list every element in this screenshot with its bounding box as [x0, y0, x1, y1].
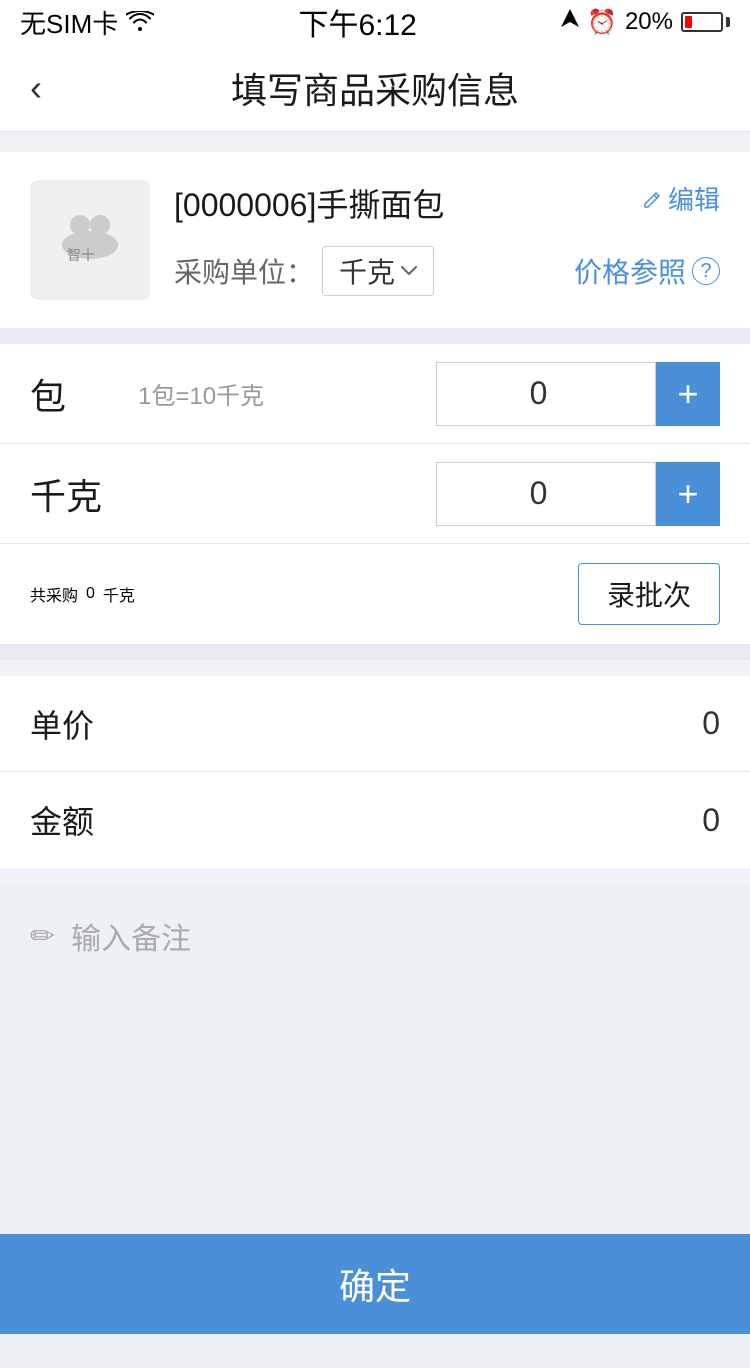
product-unit-row: 采购单位： 千克 价格参照 ?: [174, 246, 720, 296]
status-right: ⏰ 20%: [561, 8, 730, 37]
kg-label: 千克: [30, 468, 130, 520]
edit-label: 编辑: [668, 180, 720, 217]
kg-input-control: +: [436, 462, 720, 526]
batch-button[interactable]: 录批次: [578, 563, 720, 625]
unit-price-label: 单价: [30, 701, 94, 747]
bao-input-control: +: [436, 362, 720, 426]
kg-quantity-input[interactable]: [436, 462, 656, 526]
price-ref-label: 价格参照: [574, 251, 686, 291]
product-name: [0000006]手撕面包: [174, 180, 642, 226]
amount-value: 0: [702, 802, 720, 839]
note-section[interactable]: ✏ 输入备注: [0, 884, 750, 988]
page-title: 填写商品采购信息: [231, 62, 519, 114]
bao-sublabel: 1包=10千克: [138, 376, 436, 411]
section-divider-1: [0, 328, 750, 344]
unit-label: 采购单位：: [174, 251, 314, 291]
nav-bar: ‹ 填写商品采购信息: [0, 44, 750, 132]
note-icon: ✏: [30, 919, 55, 954]
svg-text:智十: 智十: [67, 247, 95, 263]
unit-price-row: 单价 0: [0, 676, 750, 772]
product-card: 智十 [0000006]手撕面包 编辑 采购单位： 千克 价: [0, 152, 750, 328]
battery-pct: 20%: [625, 8, 673, 36]
input-section: 包 1包=10千克 + 千克 +: [0, 344, 750, 544]
bao-quantity-input[interactable]: [436, 362, 656, 426]
note-placeholder: 输入备注: [71, 914, 191, 958]
price-ref-button[interactable]: 价格参照 ?: [574, 251, 720, 291]
alarm-icon: ⏰: [587, 8, 617, 37]
bao-label: 包: [30, 368, 130, 420]
total-text: 共采购 0 千克: [30, 582, 135, 606]
total-prefix: 共采购: [30, 582, 78, 606]
kg-plus-icon: +: [677, 473, 698, 515]
unit-value: 千克: [339, 251, 395, 291]
amount-label: 金额: [30, 797, 94, 843]
product-image: 智十: [30, 180, 150, 300]
amount-row: 金额 0: [0, 772, 750, 868]
kg-plus-button[interactable]: +: [656, 462, 720, 526]
pricing-section: 单价 0 金额 0: [0, 676, 750, 868]
price-ref-help-icon: ?: [692, 257, 720, 285]
bao-input-row: 包 1包=10千克 +: [0, 344, 750, 444]
wifi-icon: [126, 7, 154, 38]
location-icon: [561, 8, 579, 36]
unit-select[interactable]: 千克: [322, 246, 434, 296]
confirm-button[interactable]: 确定: [0, 1234, 750, 1334]
status-bar: 无SIM卡 下午6:12 ⏰ 20%: [0, 0, 750, 44]
total-row: 共采购 0 千克 录批次: [0, 544, 750, 644]
unit-price-value: 0: [702, 705, 720, 742]
total-amount: 0: [86, 585, 95, 603]
kg-input-row: 千克 +: [0, 444, 750, 544]
status-time: 下午6:12: [298, 0, 416, 44]
confirm-label: 确定: [339, 1258, 411, 1310]
status-left: 无SIM卡: [20, 4, 154, 41]
edit-button[interactable]: 编辑: [642, 180, 720, 217]
batch-label: 录批次: [607, 580, 691, 611]
battery-icon: [681, 12, 730, 32]
carrier-text: 无SIM卡: [20, 4, 118, 41]
product-info: [0000006]手撕面包 编辑 采购单位： 千克 价格参照 ?: [174, 180, 720, 296]
total-unit: 千克: [103, 582, 135, 606]
section-divider-2: [0, 644, 750, 660]
back-button[interactable]: ‹: [30, 67, 42, 109]
bao-plus-icon: +: [677, 373, 698, 415]
bao-plus-button[interactable]: +: [656, 362, 720, 426]
product-header: [0000006]手撕面包 编辑: [174, 180, 720, 226]
